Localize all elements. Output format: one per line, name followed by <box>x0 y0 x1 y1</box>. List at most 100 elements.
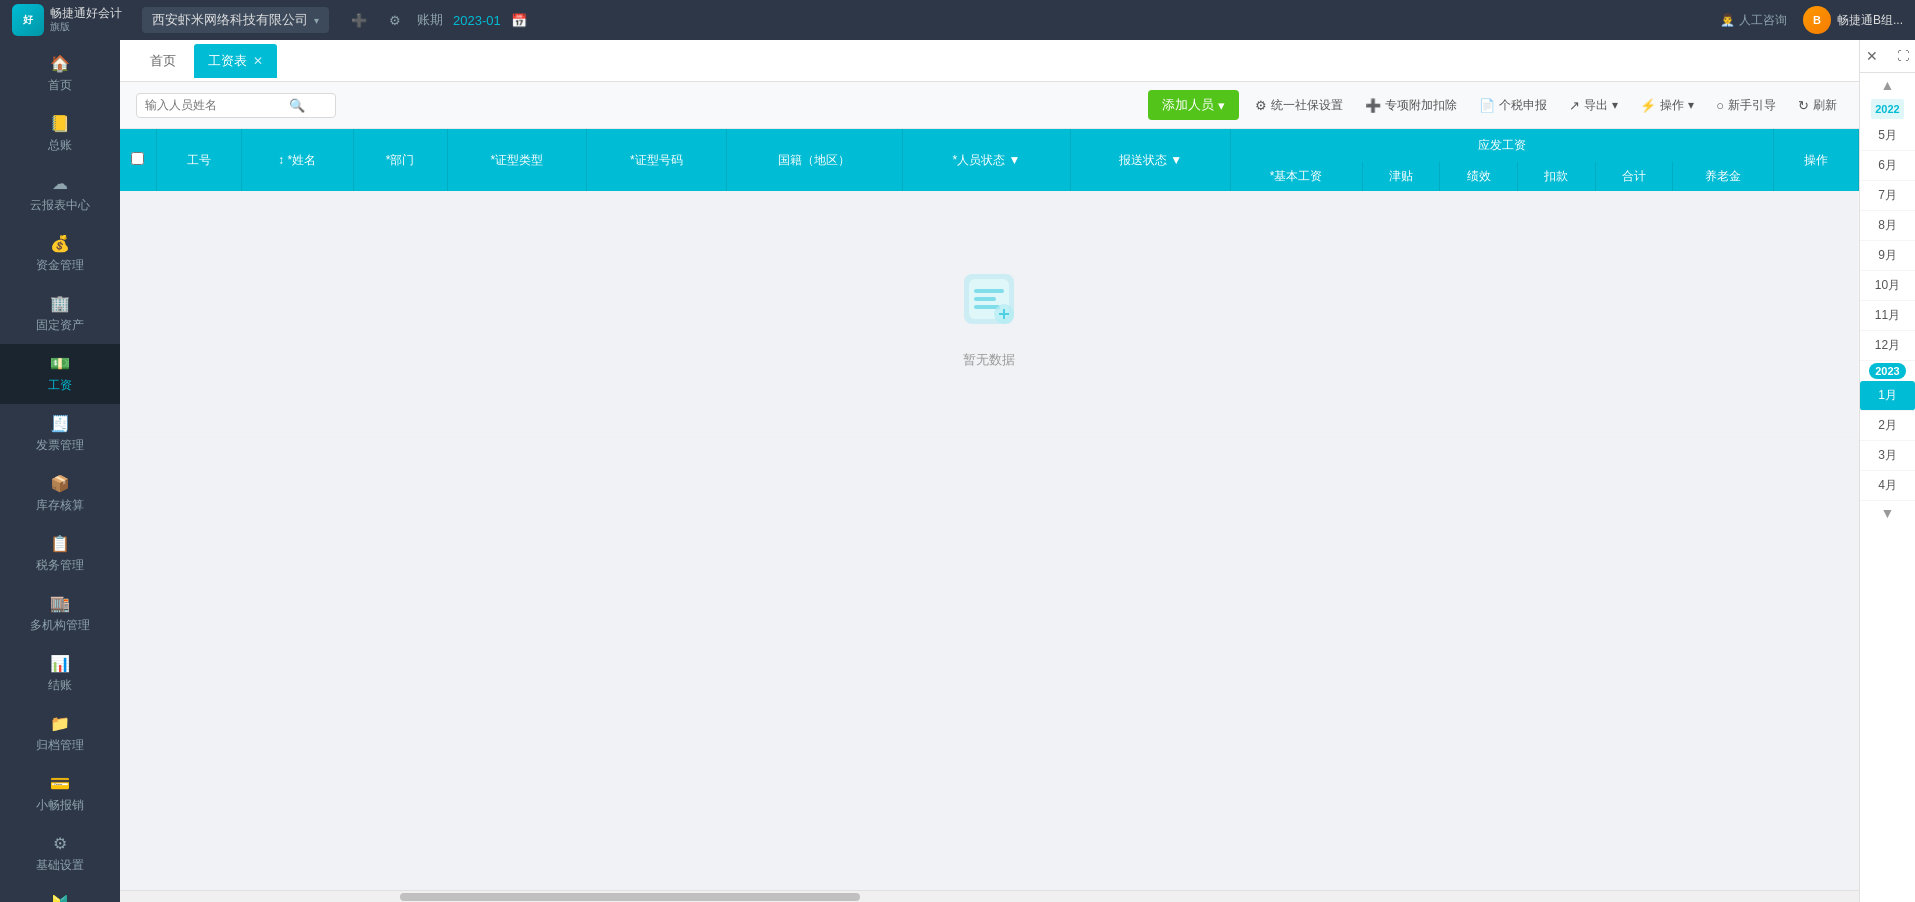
date-nav-close-btn[interactable]: ✕ <box>1864 46 1880 66</box>
add-person-label: 添加人员 <box>1162 96 1214 114</box>
th-report-status: 报送状态 ▼ <box>1071 129 1231 191</box>
export-btn[interactable]: ↗ 导出 ▾ <box>1563 93 1624 118</box>
th-performance: 绩效 <box>1440 162 1518 191</box>
add-company-btn[interactable]: ➕ <box>345 10 373 31</box>
th-emp-no: 工号 <box>156 129 241 191</box>
th-total: 合计 <box>1595 162 1673 191</box>
guide-btn[interactable]: ○ 新手引导 <box>1710 93 1782 118</box>
logo-icon: 好 <box>12 4 44 36</box>
sidebar-item-fund[interactable]: 💰 资金管理 <box>0 224 120 284</box>
sidebar-label-settings: 基础设置 <box>36 857 84 874</box>
tab-close-btn[interactable]: ✕ <box>253 54 263 68</box>
support-btn[interactable]: 👨‍💼 人工咨询 <box>1720 12 1787 29</box>
table-scrollbar[interactable] <box>120 890 1859 902</box>
sidebar-label-asset: 固定资产 <box>36 317 84 334</box>
top-header: 好 畅捷通好会计 旗版 西安虾米网络科技有限公司 ▾ ➕ ⚙ 账期 2023-0… <box>0 0 1915 40</box>
sidebar-item-guide[interactable]: 🔰 新手引导 <box>0 884 120 902</box>
tab-salary-table[interactable]: 工资表 ✕ <box>194 44 277 78</box>
archive-icon: 📁 <box>50 714 70 733</box>
th-status: *人员状态 ▼ <box>902 129 1070 191</box>
year-2023-badge: 2023 <box>1869 363 1905 379</box>
month-2023-04[interactable]: 4月 <box>1860 471 1915 501</box>
month-2022-05[interactable]: 5月 <box>1860 121 1915 151</box>
sidebar-item-expense[interactable]: 💳 小畅报销 <box>0 764 120 824</box>
sidebar-item-report[interactable]: ☁ 云报表中心 <box>0 164 120 224</box>
add-person-dropdown-icon: ▾ <box>1218 98 1225 113</box>
tax-report-btn[interactable]: 📄 个税申报 <box>1473 93 1553 118</box>
guide-icon: 🔰 <box>50 894 70 902</box>
date-nav-scroll-down[interactable]: ▼ <box>1860 501 1915 525</box>
calendar-icon[interactable]: 📅 <box>511 13 527 28</box>
sidebar-label-close: 结账 <box>48 677 72 694</box>
month-2022-10[interactable]: 10月 <box>1860 271 1915 301</box>
search-icon: 🔍 <box>289 98 305 113</box>
th-name: ↕ *姓名 <box>241 129 353 191</box>
period-value[interactable]: 2023-01 <box>453 13 501 28</box>
tab-home[interactable]: 首页 <box>136 44 190 78</box>
scrollbar-thumb[interactable] <box>400 893 860 901</box>
th-cert-type: *证型类型 <box>447 129 587 191</box>
refresh-btn[interactable]: ↻ 刷新 <box>1792 93 1843 118</box>
deductions-btn[interactable]: ➕ 专项附加扣除 <box>1359 93 1463 118</box>
refresh-icon: ↻ <box>1798 98 1809 113</box>
month-2022-08[interactable]: 8月 <box>1860 211 1915 241</box>
social-security-btn[interactable]: ⚙ 统一社保设置 <box>1249 93 1349 118</box>
add-person-btn[interactable]: 添加人员 ▾ <box>1148 90 1239 120</box>
sidebar-label-report: 云报表中心 <box>30 197 90 214</box>
settings-btn[interactable]: ⚙ <box>383 10 407 31</box>
select-all-checkbox[interactable] <box>131 152 144 165</box>
guide-toolbar-icon: ○ <box>1716 98 1724 113</box>
user-info[interactable]: B 畅捷通B组... <box>1803 6 1903 34</box>
month-2022-12[interactable]: 12月 <box>1860 331 1915 361</box>
month-2023-02[interactable]: 2月 <box>1860 411 1915 441</box>
sidebar-item-invoice[interactable]: 🧾 发票管理 <box>0 404 120 464</box>
sidebar-item-salary[interactable]: 💵 工资 <box>0 344 120 404</box>
sidebar-item-inventory[interactable]: 📦 库存核算 <box>0 464 120 524</box>
fund-icon: 💰 <box>50 234 70 253</box>
operations-icon: ⚡ <box>1640 98 1656 113</box>
refresh-label: 刷新 <box>1813 97 1837 114</box>
sidebar-item-archive[interactable]: 📁 归档管理 <box>0 704 120 764</box>
social-security-icon: ⚙ <box>1255 98 1267 113</box>
sidebar-label-ledger: 总账 <box>48 137 72 154</box>
period-label: 账期 <box>417 11 443 29</box>
date-nav-expand-btn[interactable]: ⛶ <box>1895 47 1911 65</box>
tax-icon: 📋 <box>50 534 70 553</box>
operations-dropdown-icon: ▾ <box>1688 98 1694 112</box>
invoice-icon: 🧾 <box>50 414 70 433</box>
company-dropdown-icon: ▾ <box>314 15 319 26</box>
month-2023-03[interactable]: 3月 <box>1860 441 1915 471</box>
export-label: 导出 <box>1584 97 1608 114</box>
salary-table: 工号 ↕ *姓名 *部门 *证型类型 *证型号码 国籍（地区） *人员状态 ▼ … <box>120 129 1859 438</box>
multi-icon: 🏬 <box>50 594 70 613</box>
company-selector[interactable]: 西安虾米网络科技有限公司 ▾ <box>142 7 329 33</box>
search-input[interactable] <box>145 98 285 112</box>
main-layout: 🏠 首页 📒 总账 ☁ 云报表中心 💰 资金管理 🏢 固定资产 💵 工资 🧾 发… <box>0 40 1915 902</box>
operations-label: 操作 <box>1660 97 1684 114</box>
sidebar-item-settings[interactable]: ⚙ 基础设置 <box>0 824 120 884</box>
sidebar-item-ledger[interactable]: 📒 总账 <box>0 104 120 164</box>
guide-label: 新手引导 <box>1728 97 1776 114</box>
sidebar-item-asset[interactable]: 🏢 固定资产 <box>0 284 120 344</box>
sidebar-item-home[interactable]: 🏠 首页 <box>0 44 120 104</box>
sidebar-item-multi[interactable]: 🏬 多机构管理 <box>0 584 120 644</box>
th-checkbox[interactable] <box>120 129 156 191</box>
sidebar-item-tax[interactable]: 📋 税务管理 <box>0 524 120 584</box>
date-nav-scroll-up[interactable]: ▲ <box>1860 73 1915 97</box>
deductions-label: 专项附加扣除 <box>1385 97 1457 114</box>
th-dept: *部门 <box>353 129 447 191</box>
search-input-wrap[interactable]: 🔍 <box>136 93 336 118</box>
month-2022-11[interactable]: 11月 <box>1860 301 1915 331</box>
month-2022-09[interactable]: 9月 <box>1860 241 1915 271</box>
app-logo: 好 畅捷通好会计 旗版 <box>12 4 122 36</box>
sidebar-item-close[interactable]: 📊 结账 <box>0 644 120 704</box>
month-2022-07[interactable]: 7月 <box>1860 181 1915 211</box>
tax-report-icon: 📄 <box>1479 98 1495 113</box>
month-2023-01[interactable]: 1月 <box>1860 381 1915 411</box>
th-deduction: 扣款 <box>1517 162 1595 191</box>
month-2022-06[interactable]: 6月 <box>1860 151 1915 181</box>
deductions-icon: ➕ <box>1365 98 1381 113</box>
tab-salary-table-label: 工资表 <box>208 52 247 70</box>
operations-btn[interactable]: ⚡ 操作 ▾ <box>1634 93 1700 118</box>
user-avatar: B <box>1803 6 1831 34</box>
